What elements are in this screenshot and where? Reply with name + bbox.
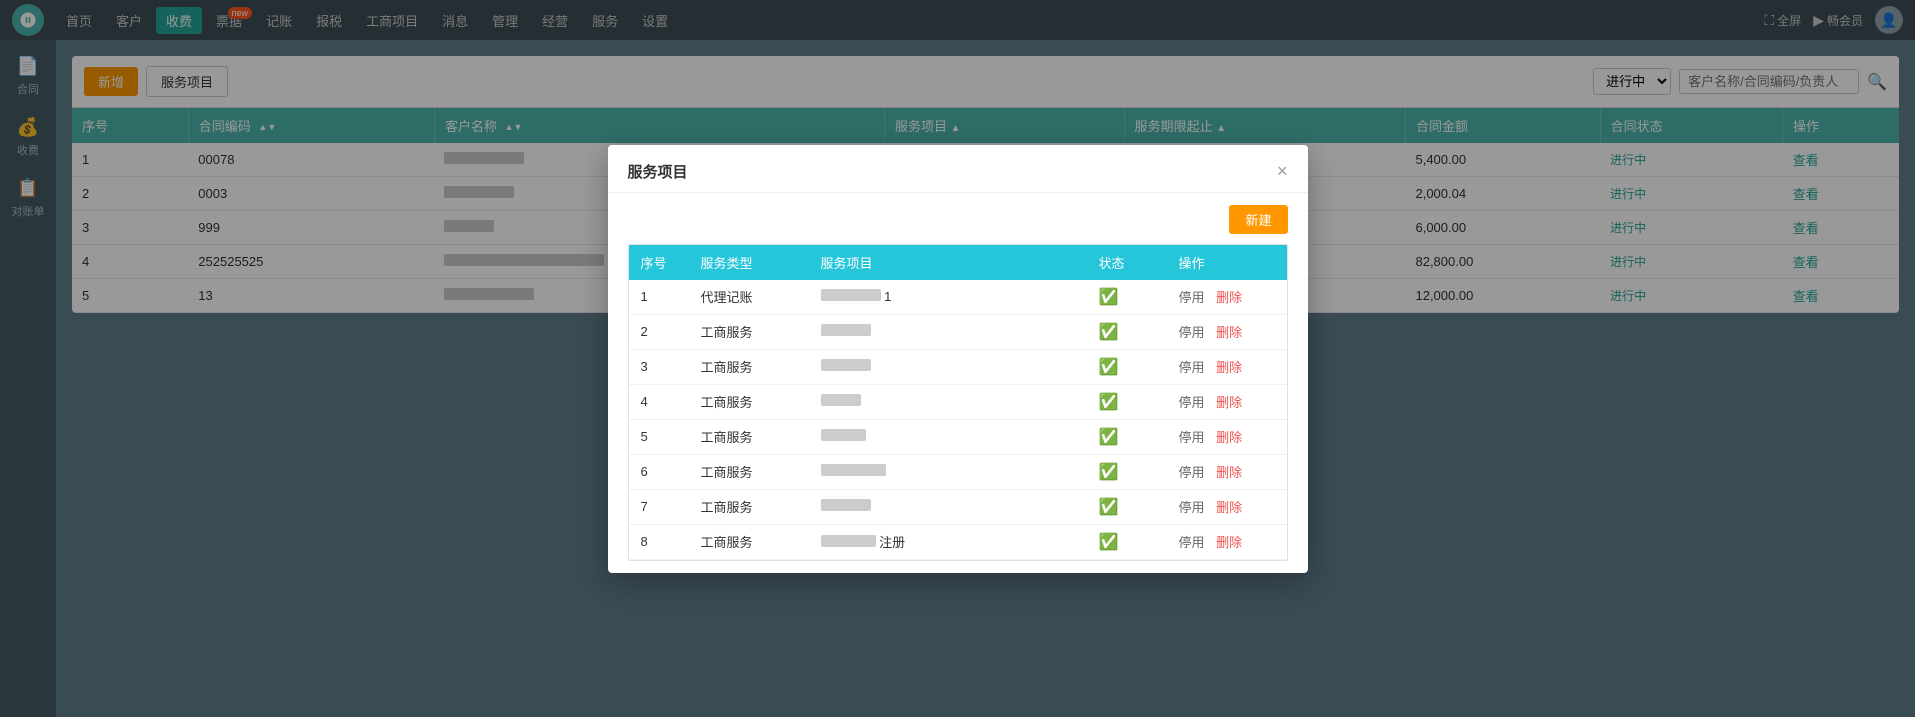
mcell-type: 工商服务 — [689, 489, 809, 524]
mcell-seq: 7 — [629, 489, 689, 524]
mcell-action: 停用 删除 — [1167, 419, 1287, 454]
mcell-type: 工商服务 — [689, 454, 809, 489]
stop-button[interactable]: 停用 — [1179, 325, 1205, 340]
mcell-seq: 1 — [629, 280, 689, 315]
mcell-status: ✅ — [1087, 454, 1167, 489]
modal-table-wrapper[interactable]: 序号 服务类型 服务项目 状态 操作 1 代理记账 — [628, 244, 1288, 561]
stop-button[interactable]: 停用 — [1179, 500, 1205, 515]
mcell-seq: 2 — [629, 314, 689, 349]
mcell-type: 工商服务 — [689, 384, 809, 419]
mcell-action: 停用 删除 — [1167, 384, 1287, 419]
mcell-action: 停用 删除 — [1167, 280, 1287, 315]
new-service-button[interactable]: 新建 — [1229, 205, 1287, 234]
delete-button[interactable]: 删除 — [1216, 465, 1242, 480]
mcell-status: ✅ — [1087, 314, 1167, 349]
mcol-status: 状态 — [1087, 245, 1167, 280]
mcell-item — [809, 384, 1087, 419]
modal-table-row: 7 工商服务 ✅ 停用 删除 — [629, 489, 1287, 524]
modal-body: 新建 序号 服务类型 服务项目 状态 操作 — [608, 193, 1308, 573]
mcell-type: 工商服务 — [689, 524, 809, 559]
modal-close-button[interactable]: × — [1277, 162, 1288, 180]
modal-title: 服务项目 — [628, 161, 688, 182]
mcell-seq: 8 — [629, 524, 689, 559]
mcell-seq: 3 — [629, 349, 689, 384]
delete-button[interactable]: 删除 — [1216, 430, 1242, 445]
mcell-type: 工商服务 — [689, 419, 809, 454]
delete-button[interactable]: 删除 — [1216, 290, 1242, 305]
mcell-seq: 6 — [629, 454, 689, 489]
modal-table-header: 序号 服务类型 服务项目 状态 操作 — [629, 245, 1287, 280]
mcell-item — [809, 314, 1087, 349]
mcol-item: 服务项目 — [809, 245, 1087, 280]
mcell-status: ✅ — [1087, 280, 1167, 315]
delete-button[interactable]: 删除 — [1216, 535, 1242, 550]
modal-header: 服务项目 × — [608, 145, 1308, 193]
mcell-item — [809, 489, 1087, 524]
mcell-seq: 4 — [629, 384, 689, 419]
mcell-item: 1 — [809, 280, 1087, 315]
modal-table-body: 1 代理记账 1 ✅ 停用 删除 — [629, 280, 1287, 560]
modal-table-row: 4 工商服务 ✅ 停用 删除 — [629, 384, 1287, 419]
mcol-seq: 序号 — [629, 245, 689, 280]
main-layout: 📄 合同 💰 收费 📋 对账单 新增 服务项目 进行中 已完成 已停止 — [0, 40, 1915, 717]
mcell-item: 注册 — [809, 524, 1087, 559]
mcell-item — [809, 349, 1087, 384]
mcell-seq: 5 — [629, 419, 689, 454]
mcell-status: ✅ — [1087, 384, 1167, 419]
mcell-type: 工商服务 — [689, 349, 809, 384]
modal-table-row: 8 工商服务 注册 ✅ 停用 删除 — [629, 524, 1287, 559]
delete-button[interactable]: 删除 — [1216, 360, 1242, 375]
stop-button[interactable]: 停用 — [1179, 465, 1205, 480]
modal-overlay: 服务项目 × 新建 序号 服务类型 服务项目 — [56, 40, 1915, 717]
mcell-status: ✅ — [1087, 489, 1167, 524]
mcell-action: 停用 删除 — [1167, 349, 1287, 384]
service-items-table: 序号 服务类型 服务项目 状态 操作 1 代理记账 — [629, 245, 1287, 560]
stop-button[interactable]: 停用 — [1179, 395, 1205, 410]
stop-button[interactable]: 停用 — [1179, 360, 1205, 375]
mcell-status: ✅ — [1087, 419, 1167, 454]
delete-button[interactable]: 删除 — [1216, 325, 1242, 340]
modal-table-row: 5 工商服务 ✅ 停用 删除 — [629, 419, 1287, 454]
modal-table-row: 6 工商服务 ✅ 停用 删除 — [629, 454, 1287, 489]
modal-toolbar: 新建 — [628, 205, 1288, 234]
mcell-type: 工商服务 — [689, 314, 809, 349]
mcell-action: 停用 删除 — [1167, 314, 1287, 349]
mcell-status: ✅ — [1087, 524, 1167, 559]
delete-button[interactable]: 删除 — [1216, 500, 1242, 515]
main-content: 新增 服务项目 进行中 已完成 已停止 🔍 序号 合同编 — [56, 40, 1915, 717]
mcol-action: 操作 — [1167, 245, 1287, 280]
mcell-action: 停用 删除 — [1167, 454, 1287, 489]
mcol-type: 服务类型 — [689, 245, 809, 280]
modal-table-row: 3 工商服务 ✅ 停用 删除 — [629, 349, 1287, 384]
mcell-type: 代理记账 — [689, 280, 809, 315]
delete-button[interactable]: 删除 — [1216, 395, 1242, 410]
stop-button[interactable]: 停用 — [1179, 430, 1205, 445]
modal-table-row: 2 工商服务 ✅ 停用 删除 — [629, 314, 1287, 349]
stop-button[interactable]: 停用 — [1179, 535, 1205, 550]
modal-table-row: 1 代理记账 1 ✅ 停用 删除 — [629, 280, 1287, 315]
mcell-status: ✅ — [1087, 349, 1167, 384]
service-items-modal: 服务项目 × 新建 序号 服务类型 服务项目 — [608, 145, 1308, 573]
mcell-item — [809, 419, 1087, 454]
mcell-item — [809, 454, 1087, 489]
mcell-action: 停用 删除 — [1167, 489, 1287, 524]
stop-button[interactable]: 停用 — [1179, 290, 1205, 305]
mcell-action: 停用 删除 — [1167, 524, 1287, 559]
